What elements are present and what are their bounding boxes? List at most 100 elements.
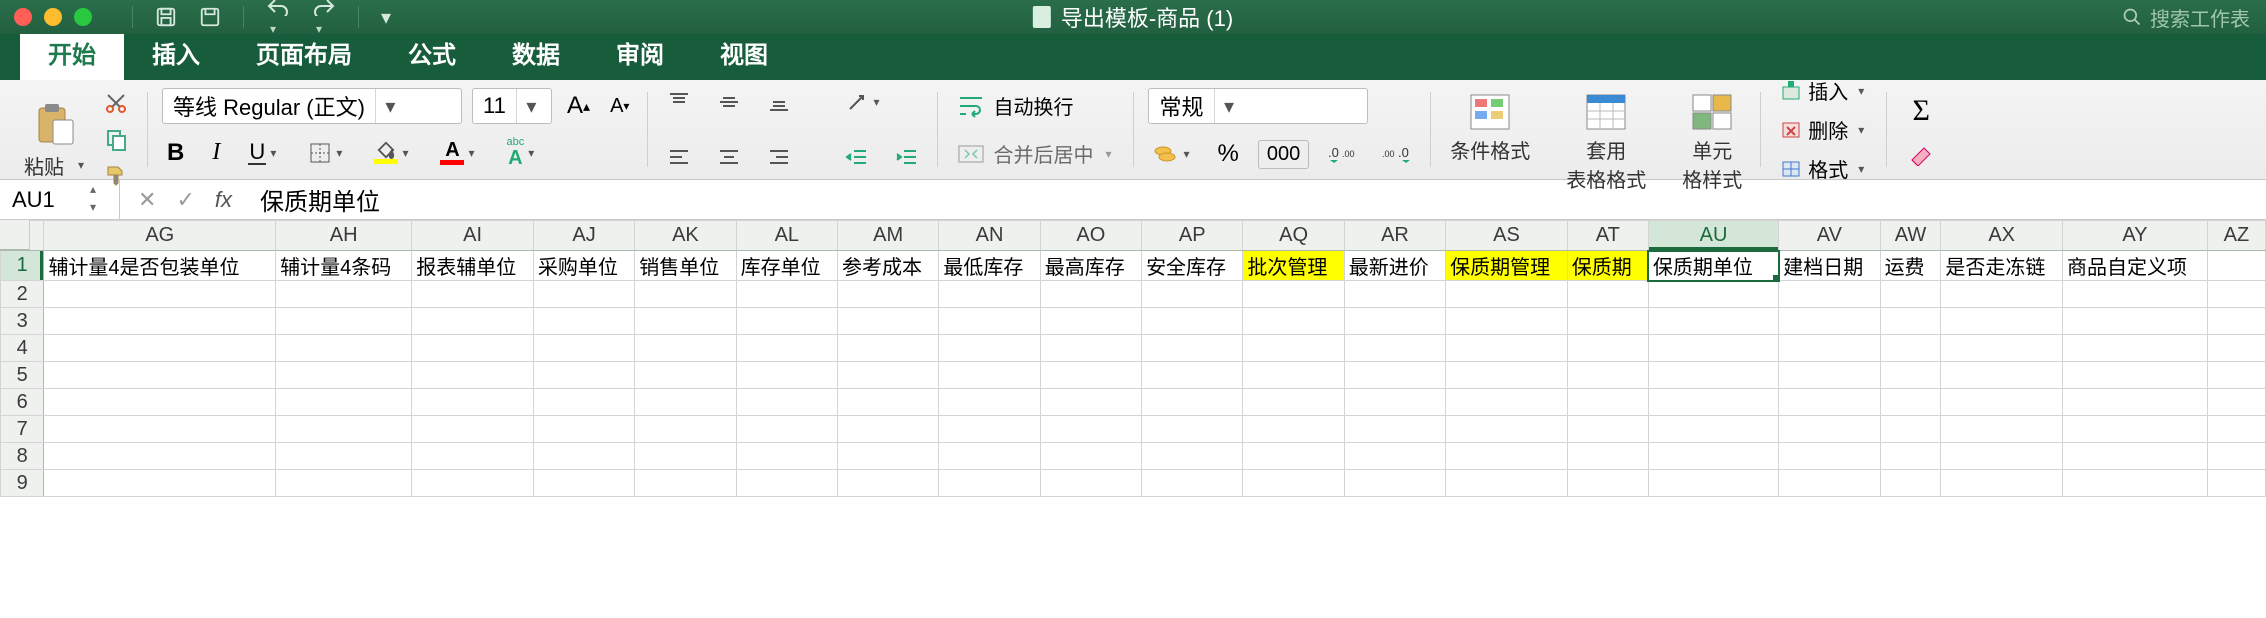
cell-AJ9[interactable] (533, 470, 634, 497)
col-header-AY[interactable]: AY (2063, 221, 2208, 251)
cell-AX7[interactable] (1941, 416, 2063, 443)
cell-styles-button[interactable]: 单元 格样式 (1677, 88, 1747, 196)
cell-AQ2[interactable] (1243, 281, 1344, 308)
cell-AT3[interactable] (1567, 308, 1648, 335)
cell-AK9[interactable] (635, 470, 736, 497)
cell-AS4[interactable] (1446, 335, 1568, 362)
col-header-AI[interactable]: AI (412, 221, 534, 251)
cell-AO4[interactable] (1040, 335, 1141, 362)
cell-AJ7[interactable] (533, 416, 634, 443)
cell-AT1[interactable]: 保质期 (1567, 251, 1648, 281)
cell-AY7[interactable] (2063, 416, 2208, 443)
cell-AI3[interactable] (412, 308, 534, 335)
orientation-button[interactable]: ▾ (840, 88, 888, 116)
cell-AK5[interactable] (635, 362, 736, 389)
cancel-formula-icon[interactable]: ✕ (138, 187, 156, 213)
cell-AQ3[interactable] (1243, 308, 1344, 335)
cell-AW9[interactable] (1880, 470, 1941, 497)
cell-AZ4[interactable] (2207, 335, 2265, 362)
cell-reference-input[interactable] (0, 187, 80, 213)
phonetic-button[interactable]: abcA▾ (502, 134, 544, 171)
cell-AX6[interactable] (1941, 389, 2063, 416)
cell-AU5[interactable] (1648, 362, 1778, 389)
cell-AU4[interactable] (1648, 335, 1778, 362)
cell-AM6[interactable] (837, 389, 938, 416)
merge-center-button[interactable]: 合并后居中 ▾ (952, 136, 1120, 171)
undo-icon[interactable]: ▾ (266, 0, 290, 39)
cell-AU6[interactable] (1648, 389, 1778, 416)
currency-button[interactable]: ▾ (1148, 140, 1198, 168)
cell-AN4[interactable] (939, 335, 1040, 362)
cell-AG4[interactable] (44, 335, 276, 362)
cell-AT8[interactable] (1567, 443, 1648, 470)
cell-AV5[interactable] (1779, 362, 1880, 389)
cell-AO6[interactable] (1040, 389, 1141, 416)
cell-AJ3[interactable] (533, 308, 634, 335)
cell-AZ7[interactable] (2207, 416, 2265, 443)
cell-AI5[interactable] (412, 362, 534, 389)
font-color-button[interactable]: A▾ (435, 137, 483, 168)
cell-AT7[interactable] (1567, 416, 1648, 443)
cell-AK4[interactable] (635, 335, 736, 362)
fullscreen-icon[interactable] (74, 8, 92, 26)
cell-AS1[interactable]: 保质期管理 (1446, 251, 1568, 281)
cell-AH2[interactable] (276, 281, 412, 308)
cell-AP9[interactable] (1142, 470, 1243, 497)
cell-AY4[interactable] (2063, 335, 2208, 362)
format-cells-button[interactable]: 格式▾ (1775, 151, 1873, 186)
cell-AI2[interactable] (412, 281, 534, 308)
cell-AX4[interactable] (1941, 335, 2063, 362)
cell-AO2[interactable] (1040, 281, 1141, 308)
cell-AH8[interactable] (276, 443, 412, 470)
cell-AI6[interactable] (412, 389, 534, 416)
cell-AZ9[interactable] (2207, 470, 2265, 497)
cell-AN9[interactable] (939, 470, 1040, 497)
minimize-icon[interactable] (44, 8, 62, 26)
font-name-select[interactable]: 等线 Regular (正文)▾ (162, 88, 462, 124)
cell-AS9[interactable] (1446, 470, 1568, 497)
delete-cells-button[interactable]: 删除▾ (1775, 112, 1873, 147)
cell-AQ5[interactable] (1243, 362, 1344, 389)
fx-icon[interactable]: fx (215, 187, 232, 213)
cell-AU2[interactable] (1648, 281, 1778, 308)
cell-AU1[interactable]: 保质期单位 (1648, 251, 1778, 281)
cell-AM3[interactable] (837, 308, 938, 335)
underline-button[interactable]: U▾ (243, 138, 285, 168)
cell-AO1[interactable]: 最高库存 (1040, 251, 1141, 281)
fill-color-button[interactable]: ▾ (369, 138, 417, 167)
cell-AI8[interactable] (412, 443, 534, 470)
copy-icon[interactable] (98, 124, 134, 154)
cell-AW5[interactable] (1880, 362, 1941, 389)
cell-AK3[interactable] (635, 308, 736, 335)
row-header-6[interactable]: 6 (1, 389, 44, 416)
cell-AL1[interactable]: 库存单位 (736, 251, 837, 281)
cell-AL7[interactable] (736, 416, 837, 443)
cell-AM7[interactable] (837, 416, 938, 443)
cell-AH6[interactable] (276, 389, 412, 416)
decrease-decimal-icon[interactable]: .00.0 (1377, 140, 1417, 168)
increase-indent-icon[interactable] (890, 143, 924, 171)
cell-AK6[interactable] (635, 389, 736, 416)
cell-AJ5[interactable] (533, 362, 634, 389)
cell-AP7[interactable] (1142, 416, 1243, 443)
cell-AG8[interactable] (44, 443, 276, 470)
col-header-AR[interactable]: AR (1344, 221, 1445, 251)
cell-AO7[interactable] (1040, 416, 1141, 443)
align-left-icon[interactable] (662, 143, 696, 171)
percent-button[interactable]: % (1213, 137, 1244, 171)
align-bottom-icon[interactable] (762, 88, 796, 116)
row-header-9[interactable]: 9 (1, 470, 44, 497)
cell-AH5[interactable] (276, 362, 412, 389)
wrap-text-button[interactable]: 自动换行 (952, 88, 1078, 123)
cell-AU7[interactable] (1648, 416, 1778, 443)
align-top-icon[interactable] (662, 88, 696, 116)
cell-AW4[interactable] (1880, 335, 1941, 362)
align-right-icon[interactable] (762, 143, 796, 171)
cell-AP2[interactable] (1142, 281, 1243, 308)
cell-AX1[interactable]: 是否走冻链 (1941, 251, 2063, 281)
decrease-font-icon[interactable]: A▾ (605, 92, 634, 121)
cell-AQ7[interactable] (1243, 416, 1344, 443)
cell-AL8[interactable] (736, 443, 837, 470)
cell-AV2[interactable] (1779, 281, 1880, 308)
cell-AR7[interactable] (1344, 416, 1445, 443)
